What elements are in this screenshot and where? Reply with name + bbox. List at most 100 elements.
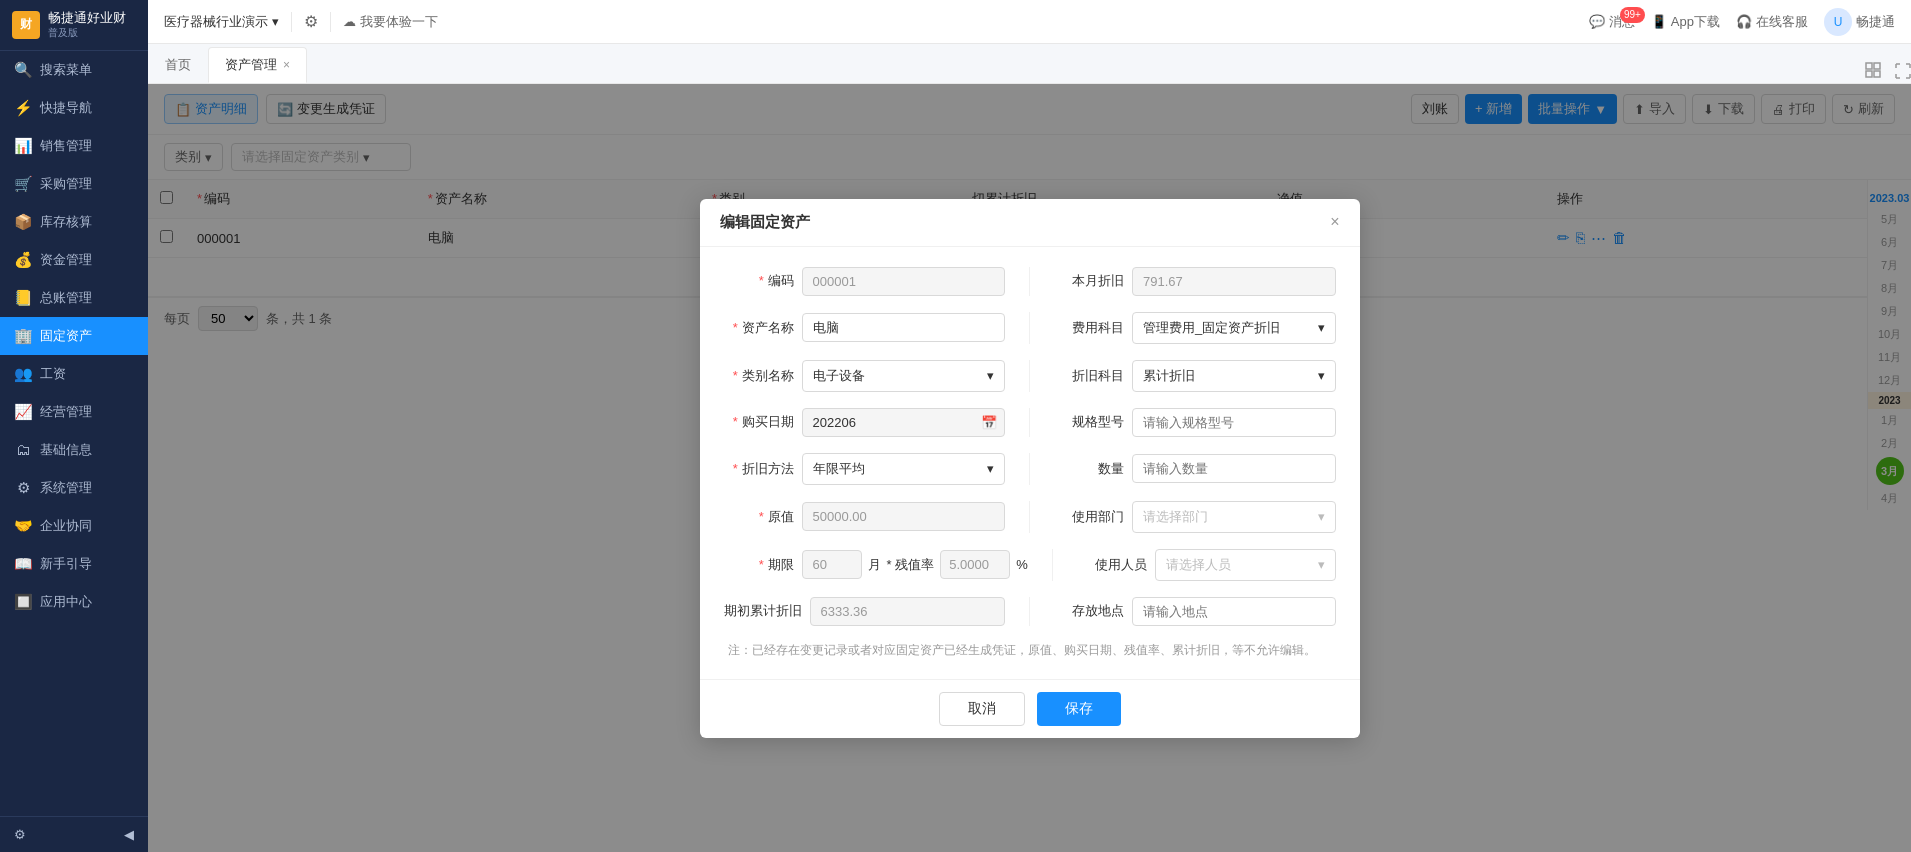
original-value-input[interactable] [802, 502, 1006, 531]
sidebar-item-fixedassets[interactable]: 🏢 固定资产 [0, 317, 148, 355]
purchase-date-input[interactable] [802, 408, 1006, 437]
tab-fullscreen-btn[interactable] [1895, 63, 1911, 83]
payroll-icon: 👥 [14, 365, 32, 383]
depr-subject-select[interactable]: 累计折旧 ▾ [1132, 360, 1336, 392]
residual-rate-input[interactable] [940, 550, 1010, 579]
search-icon: 🔍 [14, 61, 32, 79]
modal-col-divider [1029, 267, 1030, 296]
sidebar-item-appcenter[interactable]: 🔲 应用中心 [0, 583, 148, 621]
sidebar-item-funds[interactable]: 💰 资金管理 [0, 241, 148, 279]
tabbar: 首页 资产管理 × [148, 44, 1911, 84]
sidebar-bottom: ⚙ ◀ [0, 816, 148, 852]
sidebar-item-basicinfo[interactable]: 🗂 基础信息 [0, 431, 148, 469]
sidebar-item-payroll[interactable]: 👥 工资 [0, 355, 148, 393]
save-button[interactable]: 保存 [1037, 692, 1121, 726]
category-name-chevron-icon: ▾ [987, 368, 994, 383]
dept-label: 使用部门 [1054, 508, 1124, 526]
residual-rate-label: * 残值率 [887, 556, 935, 574]
spec-input[interactable] [1132, 408, 1336, 437]
download-btn[interactable]: 📱 App下载 [1651, 13, 1720, 31]
sidebar-item-system[interactable]: ⚙ 系统管理 [0, 469, 148, 507]
branch-chevron-icon: ▾ [272, 14, 279, 29]
person-select[interactable]: 请选择人员 ▾ [1155, 549, 1336, 581]
sidebar-item-enterprise[interactable]: 🤝 企业协同 [0, 507, 148, 545]
code-input[interactable] [802, 267, 1006, 296]
svg-rect-2 [1866, 71, 1872, 77]
funds-icon: 💰 [14, 251, 32, 269]
cloud-icon: ☁ [343, 14, 356, 29]
sidebar-item-quicknav[interactable]: ⚡ 快捷导航 [0, 89, 148, 127]
quantity-input[interactable] [1132, 454, 1336, 483]
dept-select[interactable]: 请选择部门 ▾ [1132, 501, 1336, 533]
field-initial-depr: 期初累计折旧 [724, 597, 1006, 626]
user-label: 畅捷通 [1856, 13, 1895, 31]
sidebar-item-purchase[interactable]: 🛒 采购管理 [0, 165, 148, 203]
svg-rect-3 [1874, 71, 1880, 77]
code-label: * 编码 [724, 272, 794, 290]
sidebar-item-search[interactable]: 🔍 搜索菜单 [0, 51, 148, 89]
depr-method-chevron-icon: ▾ [987, 461, 994, 476]
depr-method-select[interactable]: 年限平均 ▾ [802, 453, 1006, 485]
residual-rate-unit: % [1016, 557, 1028, 572]
messages-btn[interactable]: 💬 消息 99+ [1589, 13, 1635, 31]
logo-icon: 财 [12, 11, 40, 39]
fixedassets-icon: 🏢 [14, 327, 32, 345]
cancel-button[interactable]: 取消 [939, 692, 1025, 726]
purchase-date-label: * 购买日期 [724, 413, 794, 431]
sidebar-label-inventory: 库存核算 [40, 213, 92, 231]
asset-name-label: * 资产名称 [724, 319, 794, 337]
tab-assetmgmt[interactable]: 资产管理 × [208, 47, 307, 83]
sidebar-item-sales[interactable]: 📊 销售管理 [0, 127, 148, 165]
sidebar-item-operations[interactable]: 📈 经营管理 [0, 393, 148, 431]
sidebar-label-search: 搜索菜单 [40, 61, 92, 79]
location-input[interactable] [1132, 597, 1336, 626]
field-period: * 期限 月 * 残值率 % [724, 549, 1028, 581]
experience-btn[interactable]: ☁ 我要体验一下 [343, 13, 438, 31]
basicinfo-icon: 🗂 [14, 441, 32, 459]
modal-body: * 编码 本月折旧 * [700, 247, 1360, 679]
monthly-depr-label: 本月折旧 [1054, 272, 1124, 290]
topbar-divider [291, 12, 292, 32]
modal-row-2: * 资产名称 费用科目 管理费用_固定资产折旧 ▾ [724, 312, 1336, 344]
field-location: 存放地点 [1054, 597, 1336, 626]
tab-home[interactable]: 首页 [148, 47, 208, 83]
topbar: 医疗器械行业演示 ▾ ⚙ ☁ 我要体验一下 💬 消息 99+ 📱 App下载 🎧… [148, 0, 1911, 44]
sidebar-item-inventory[interactable]: 📦 库存核算 [0, 203, 148, 241]
sidebar-item-ledger[interactable]: 📒 总账管理 [0, 279, 148, 317]
field-asset-name: * 资产名称 [724, 312, 1006, 344]
initial-depr-input[interactable] [810, 597, 1006, 626]
user-btn[interactable]: U 畅捷通 [1824, 8, 1895, 36]
svg-rect-1 [1874, 63, 1880, 69]
sidebar-label-basicinfo: 基础信息 [40, 441, 92, 459]
original-value-label: * 原值 [724, 508, 794, 526]
service-btn[interactable]: 🎧 在线客服 [1736, 13, 1808, 31]
tab-expand-btn[interactable] [1855, 62, 1891, 83]
expense-subject-select[interactable]: 管理费用_固定资产折旧 ▾ [1132, 312, 1336, 344]
inventory-icon: 📦 [14, 213, 32, 231]
quicknav-icon: ⚡ [14, 99, 32, 117]
settings-bottom-icon[interactable]: ⚙ [14, 827, 26, 842]
topbar-divider2 [330, 12, 331, 32]
download-label: App下载 [1671, 13, 1720, 31]
modal-title: 编辑固定资产 [720, 213, 810, 232]
branch-name: 医疗器械行业演示 [164, 13, 268, 31]
collapse-icon[interactable]: ◀ [124, 827, 134, 842]
main-area: 医疗器械行业演示 ▾ ⚙ ☁ 我要体验一下 💬 消息 99+ 📱 App下载 🎧… [148, 0, 1911, 852]
period-unit: 月 [868, 556, 881, 574]
calendar-icon: 📅 [981, 415, 997, 430]
topbar-settings-icon[interactable]: ⚙ [304, 12, 318, 31]
period-input[interactable] [802, 550, 862, 579]
ledger-icon: 📒 [14, 289, 32, 307]
asset-name-input[interactable] [802, 313, 1006, 342]
branch-selector[interactable]: 医疗器械行业演示 ▾ [164, 13, 279, 31]
field-spec: 规格型号 [1054, 408, 1336, 437]
category-name-select[interactable]: 电子设备 ▾ [802, 360, 1006, 392]
sidebar-label-quicknav: 快捷导航 [40, 99, 92, 117]
sidebar-item-guide[interactable]: 📖 新手引导 [0, 545, 148, 583]
sidebar-label-operations: 经营管理 [40, 403, 92, 421]
person-label: 使用人员 [1077, 556, 1147, 574]
tab-close-icon[interactable]: × [283, 58, 290, 72]
guide-icon: 📖 [14, 555, 32, 573]
modal-close-btn[interactable]: × [1330, 213, 1339, 231]
fullscreen-icon [1895, 63, 1911, 79]
